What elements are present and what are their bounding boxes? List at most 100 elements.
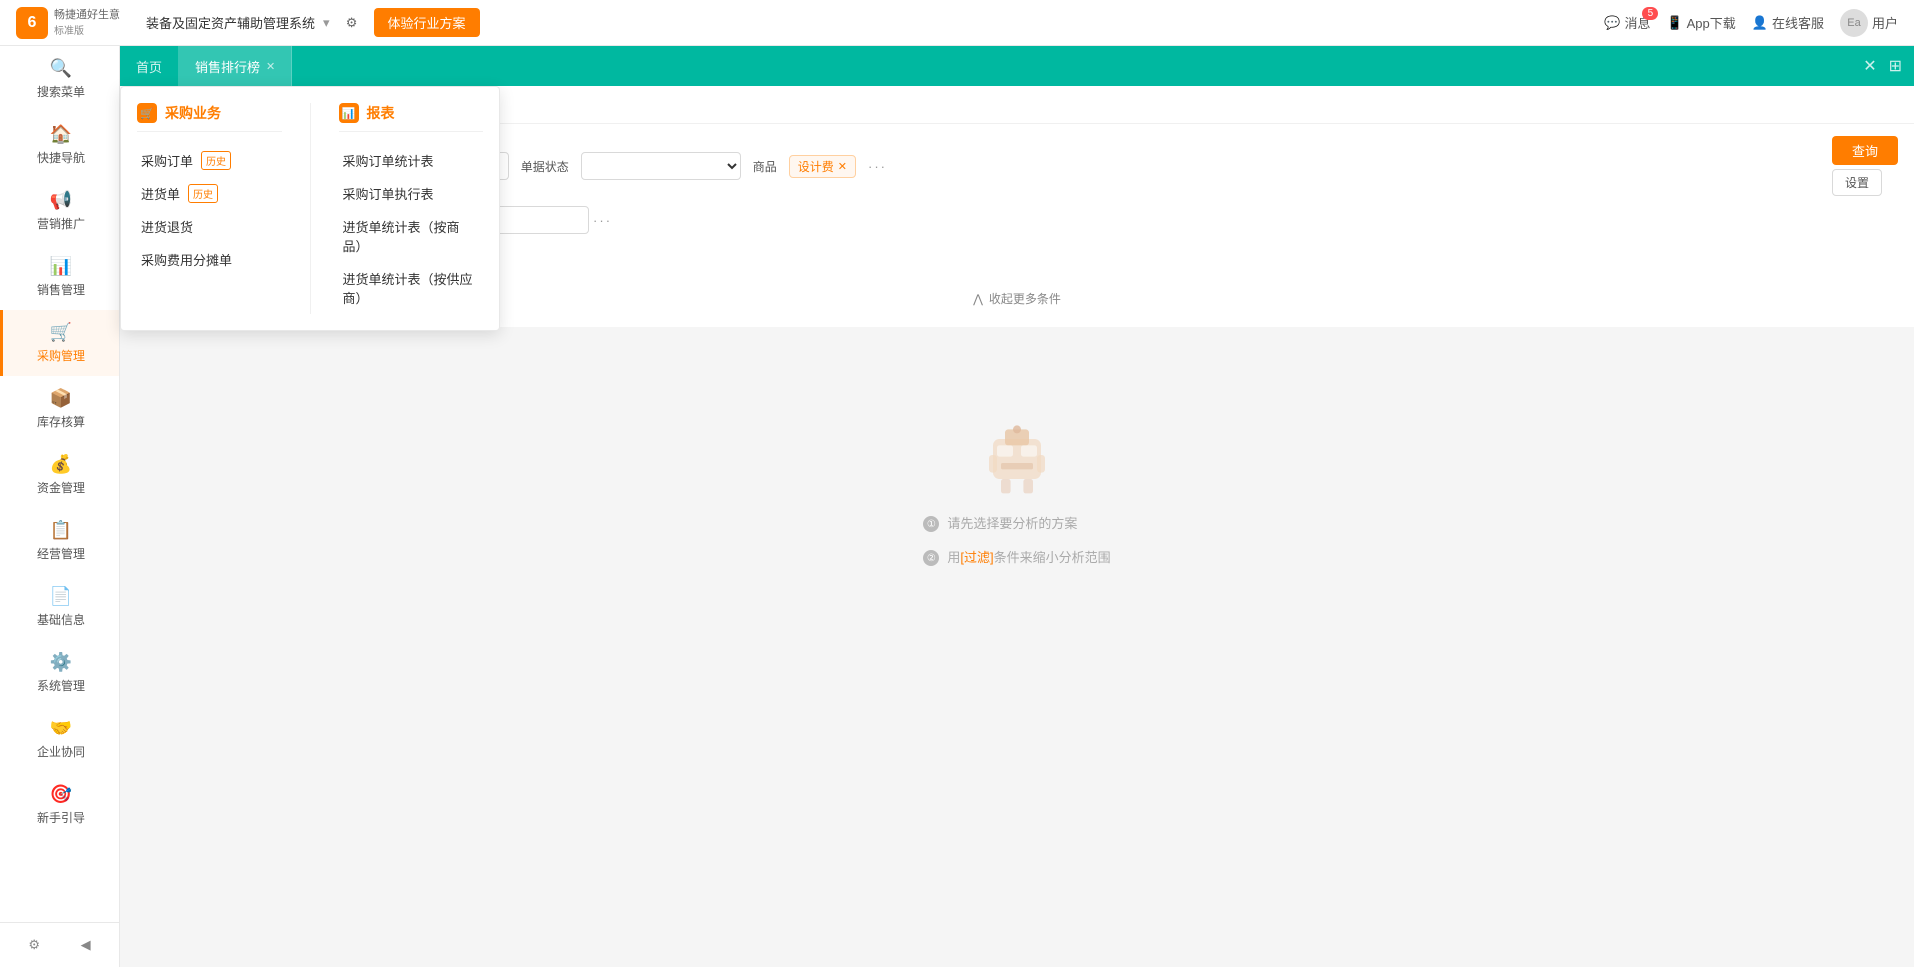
dropdown-purchase-section: 🛒 采购业务 采购订单 历史 进货单 历史 进货退货 采购费用分摊单	[137, 103, 282, 314]
product-tag-close[interactable]: ✕	[838, 160, 847, 173]
sidebar-label-basic: 基础信息	[37, 611, 85, 628]
messages-item[interactable]: 💬 消息 5	[1604, 13, 1650, 32]
sidebar-item-basic[interactable]: 📄 基础信息	[0, 574, 119, 640]
sidebar-item-sales[interactable]: 📊 销售管理	[0, 244, 119, 310]
dropdown-item-purchase-order-stat[interactable]: 采购订单统计表	[339, 144, 484, 177]
voucher-status-select-wrap	[581, 152, 741, 180]
sidebar-bottom: ⚙ ◀	[0, 922, 119, 967]
home-icon: 🏠	[50, 124, 72, 145]
dropdown-report-section: 📊 报表 采购订单统计表 采购订单执行表 进货单统计表（按商品） 进货单统计表（…	[339, 103, 484, 314]
query-btn[interactable]: 查询	[1832, 136, 1898, 165]
guide-icon: 🎯	[50, 784, 72, 805]
salesperson-more-dots[interactable]: ···	[593, 213, 612, 228]
sidebar-label-search: 搜索菜单	[37, 83, 85, 100]
dropdown-item-goods-receipt-supplier[interactable]: 进货单统计表（按供应商）	[339, 262, 484, 314]
gear-button[interactable]: ⚙	[338, 9, 366, 37]
sidebar-item-collab[interactable]: 🤝 企业协同	[0, 706, 119, 772]
app-download-item[interactable]: 📱 App下载	[1666, 13, 1735, 32]
system-title-text: 装备及固定资产辅助管理系统	[146, 13, 315, 32]
sidebar-item-guide[interactable]: 🎯 新手引导	[0, 772, 119, 838]
search-icon: 🔍	[50, 58, 72, 79]
message-icon: 💬	[1604, 15, 1620, 31]
query-btn-area: 查询	[1832, 136, 1898, 165]
dropdown-item-goods-receipt-product[interactable]: 进货单统计表（按商品）	[339, 210, 484, 262]
step-2-num: ②	[923, 550, 939, 566]
phone-icon: 📱	[1666, 15, 1682, 31]
system-title-area: 装备及固定资产辅助管理系统 ▾	[146, 13, 330, 32]
collapse-label: 收起更多条件	[989, 290, 1061, 307]
avatar: Ea	[1840, 9, 1868, 37]
sidebar-item-inventory[interactable]: 📦 库存核算	[0, 376, 119, 442]
message-badge: 5	[1642, 7, 1658, 20]
sidebar-label-operations: 经营管理	[37, 545, 85, 562]
tab-home[interactable]: 首页	[120, 46, 179, 86]
operations-icon: 📋	[50, 520, 72, 541]
tab-close-icon[interactable]: ✕	[266, 60, 275, 73]
settings-bottom-btn[interactable]: ⚙	[22, 931, 46, 959]
dropdown-label-goods-return: 进货退货	[141, 217, 193, 236]
tab-home-label: 首页	[136, 57, 162, 76]
voucher-status-label: 单据状态	[521, 158, 569, 175]
product-tag: 设计费 ✕	[789, 155, 856, 178]
collab-icon: 🤝	[50, 718, 72, 739]
empty-hint-1: ① 请先选择要分析的方案	[923, 511, 1110, 537]
sidebar-label-guide: 新手引导	[37, 809, 85, 826]
report-section-icon: 📊	[339, 103, 359, 123]
sidebar-label-purchase: 采购管理	[37, 347, 85, 364]
service-icon: 👤	[1752, 15, 1768, 31]
dropdown-item-purchase-order-exec[interactable]: 采购订单执行表	[339, 177, 484, 210]
voucher-status-select[interactable]	[581, 152, 741, 180]
dropdown-divider	[310, 103, 311, 314]
dropdown-item-purchase-order[interactable]: 采购订单 历史	[137, 144, 282, 177]
history-badge-2: 历史	[188, 184, 218, 203]
inventory-icon: 📦	[50, 388, 72, 409]
top-bar: 6 畅捷通好生意 标准版 装备及固定资产辅助管理系统 ▾ ⚙ 体验行业方案 💬 …	[0, 0, 1914, 46]
app-download-label: App下载	[1687, 13, 1736, 32]
dropdown-item-goods-return[interactable]: 进货退货	[137, 210, 282, 243]
sidebar-item-system[interactable]: ⚙️ 系统管理	[0, 640, 119, 706]
sidebar-item-marketing[interactable]: 📢 营销推广	[0, 178, 119, 244]
online-service-item[interactable]: 👤 在线客服	[1752, 13, 1824, 32]
sidebar-item-search[interactable]: 🔍 搜索菜单	[0, 46, 119, 112]
sidebar-item-purchase[interactable]: 🛒 采购管理	[0, 310, 119, 376]
user-label: 用户	[1872, 13, 1898, 32]
tab-maximize-icon[interactable]: ⊞	[1885, 52, 1906, 80]
collapse-bottom-btn[interactable]: ◀	[75, 931, 97, 959]
purchase-icon: 🛒	[50, 322, 72, 343]
online-service-label: 在线客服	[1772, 13, 1824, 32]
dropdown-arrow-icon[interactable]: ▾	[323, 15, 330, 31]
dropdown-label-goods-receipt: 进货单	[141, 184, 180, 203]
product-label: 商品	[753, 158, 777, 175]
dropdown-label-purchase-order: 采购订单	[141, 151, 193, 170]
dropdown-label-purchase-order-stat: 采购订单统计表	[343, 151, 434, 170]
logo-icon: 6	[16, 7, 48, 39]
dropdown-label-goods-receipt-supplier: 进货单统计表（按供应商）	[343, 269, 480, 307]
dropdown-label-purchase-expense: 采购费用分摊单	[141, 250, 232, 269]
dropdown-label-goods-receipt-product: 进货单统计表（按商品）	[343, 217, 480, 255]
sales-icon: 📊	[50, 256, 72, 277]
product-more-dots[interactable]: ···	[868, 159, 887, 174]
logo-area: 6 畅捷通好生意 标准版	[16, 7, 136, 39]
tab-sales-rank-label: 销售排行榜	[195, 57, 260, 76]
tab-bar-right: ✕ ⊞	[1859, 52, 1914, 80]
sidebar-item-nav[interactable]: 🏠 快捷导航	[0, 112, 119, 178]
empty-state: ① 请先选择要分析的方案 ② 用[过滤]条件来缩小分析范围	[120, 335, 1914, 651]
settings-btn[interactable]: 设置	[1832, 169, 1882, 196]
sidebar-label-inventory: 库存核算	[37, 413, 85, 430]
topbar-right: 💬 消息 5 📱 App下载 👤 在线客服 Ea 用户	[1604, 9, 1898, 37]
purchase-section-title: 🛒 采购业务	[137, 103, 282, 132]
dropdown-item-goods-receipt[interactable]: 进货单 历史	[137, 177, 282, 210]
sidebar-item-operations[interactable]: 📋 经营管理	[0, 508, 119, 574]
tab-sales-rank[interactable]: 销售排行榜 ✕	[179, 46, 292, 86]
sidebar: 🔍 搜索菜单 🏠 快捷导航 📢 营销推广 📊 销售管理 🛒 采购管理 📦 库存核…	[0, 46, 120, 967]
purchase-section-icon: 🛒	[137, 103, 157, 123]
dropdown-item-purchase-expense[interactable]: 采购费用分摊单	[137, 243, 282, 276]
industry-btn[interactable]: 体验行业方案	[374, 8, 480, 37]
sidebar-item-finance[interactable]: 💰 资金管理	[0, 442, 119, 508]
filter-highlight: [过滤]	[960, 550, 993, 565]
tab-minimize-icon[interactable]: ✕	[1859, 52, 1880, 80]
sidebar-label-finance: 资金管理	[37, 479, 85, 496]
sidebar-label-collab: 企业协同	[37, 743, 85, 760]
user-item[interactable]: Ea 用户	[1840, 9, 1898, 37]
report-section-title-inner: 📊 报表	[339, 103, 395, 123]
